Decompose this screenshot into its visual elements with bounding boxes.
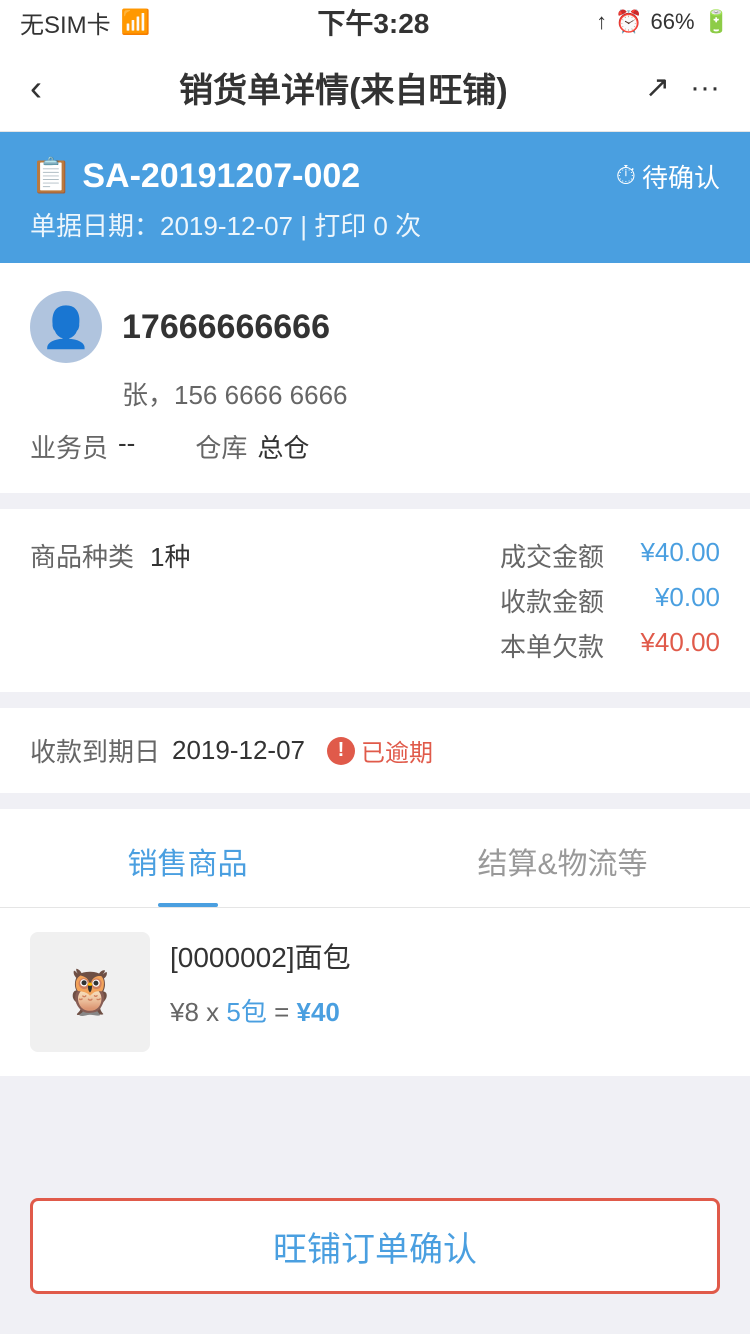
tabs-section: 销售商品 结算&物流等 [0,809,750,908]
no-sim-label: 无SIM卡 [20,5,111,40]
more-icon[interactable]: ··· [690,71,720,105]
customer-name: 张，156 6666 6666 [122,375,720,412]
due-date-value: 2019-12-07 [172,735,305,766]
product-price-row: ¥8 x 5包 = ¥40 [170,992,720,1029]
location-icon: ↑ [596,9,607,35]
due-date-section: 收款到期日 2019-12-07 ! 已逾期 [0,708,750,793]
order-id-text: SA-20191207-002 [82,157,360,196]
order-header-top: 📋 SA-20191207-002 ⏱ 待确认 [30,156,720,196]
outstanding-label: 本单欠款 [500,627,604,664]
order-header: 📋 SA-20191207-002 ⏱ 待确认 单据日期：2019-12-07 … [0,132,750,263]
overdue-text: 已逾期 [361,733,433,768]
battery-icon: 🔋 [703,9,730,35]
back-button[interactable]: ‹ [30,67,42,109]
product-type-value: 1种 [150,537,190,574]
order-date: 单据日期：2019-12-07 | 打印 0 次 [30,206,720,243]
product-type-label: 商品种类 [30,537,134,574]
product-info: [0000002]面包 ¥8 x 5包 = ¥40 [170,932,720,1029]
overdue-icon: ! [327,737,355,765]
received-amount-label: 收款金额 [500,582,604,619]
order-status: ⏱ 待确认 [616,158,720,195]
confirm-button-wrapper: 旺铺订单确认 [0,1178,750,1334]
order-status-text: 待确认 [642,158,720,195]
status-bar: 无SIM卡 📶 下午3:28 ↑ ⏰ 66% 🔋 [0,0,750,44]
outstanding-value: ¥40.00 [620,627,720,664]
customer-section: 👤 17666666666 张，156 6666 6666 业务员 -- 仓库 … [0,263,750,493]
customer-meta: 业务员 -- 仓库 总仓 [30,428,720,465]
tab-settlement-logistics-label: 结算&物流等 [477,848,647,881]
transaction-amount-value: ¥40.00 [620,537,720,574]
product-total: ¥40 [296,997,339,1027]
salesperson-label: 业务员 [30,428,108,465]
outstanding-item: 本单欠款 ¥40.00 [500,627,720,664]
customer-row: 👤 17666666666 [30,291,720,363]
customer-phone: 17666666666 [122,308,330,347]
salesperson-item: 业务员 -- [30,428,135,465]
alarm-icon: ⏰ [615,9,642,35]
nav-bar: ‹ 销货单详情(来自旺铺) ↗ ··· [0,44,750,132]
product-name: [0000002]面包 [170,936,720,976]
tab-sales-products-label: 销售商品 [128,848,248,881]
overdue-badge: ! 已逾期 [327,733,433,768]
nav-actions: ↗ ··· [645,70,720,105]
warehouse-label: 仓库 [195,428,247,465]
order-id: 📋 SA-20191207-002 [30,156,360,196]
transaction-amount-item: 成交金额 ¥40.00 [500,537,720,574]
share-icon[interactable]: ↗ [645,70,670,105]
received-amount-item: 收款金额 ¥0.00 [500,582,720,619]
product-item: 🦉 [0000002]面包 ¥8 x 5包 = ¥40 [0,908,750,1076]
product-price-text: ¥8 x [170,997,226,1027]
confirm-order-button[interactable]: 旺铺订单确认 [30,1198,720,1294]
wifi-icon: 📶 [121,8,151,37]
product-qty: 5包 [226,997,266,1027]
amounts: 成交金额 ¥40.00 收款金额 ¥0.00 本单欠款 ¥40.00 [500,537,720,664]
tab-sales-products[interactable]: 销售商品 [0,809,375,907]
status-time: 下午3:28 [317,2,429,42]
status-right: ↑ ⏰ 66% 🔋 [596,9,730,35]
received-amount-value: ¥0.00 [620,582,720,619]
battery-label: 66% [651,9,695,35]
salesperson-value: -- [118,428,135,465]
product-thumb-icon: 🦉 [63,966,118,1018]
warehouse-item: 仓库 总仓 [195,428,309,465]
product-thumbnail: 🦉 [30,932,150,1052]
order-icon: 📋 [30,156,72,196]
product-equals: = [267,997,297,1027]
status-left: 无SIM卡 📶 [20,5,151,40]
clock-icon: ⏱ [616,160,636,192]
tab-settlement-logistics[interactable]: 结算&物流等 [375,809,750,907]
warehouse-value: 总仓 [257,428,309,465]
tabs-row: 销售商品 结算&物流等 [0,809,750,908]
due-label: 收款到期日 [30,732,160,769]
summary-row: 商品种类 1种 成交金额 ¥40.00 收款金额 ¥0.00 本单欠款 ¥40.… [30,537,720,664]
avatar: 👤 [30,291,102,363]
transaction-amount-label: 成交金额 [500,537,604,574]
avatar-icon: 👤 [41,304,91,351]
page-title: 销货单详情(来自旺铺) [179,63,508,112]
product-type: 商品种类 1种 [30,537,190,574]
summary-section: 商品种类 1种 成交金额 ¥40.00 收款金额 ¥0.00 本单欠款 ¥40.… [0,509,750,692]
